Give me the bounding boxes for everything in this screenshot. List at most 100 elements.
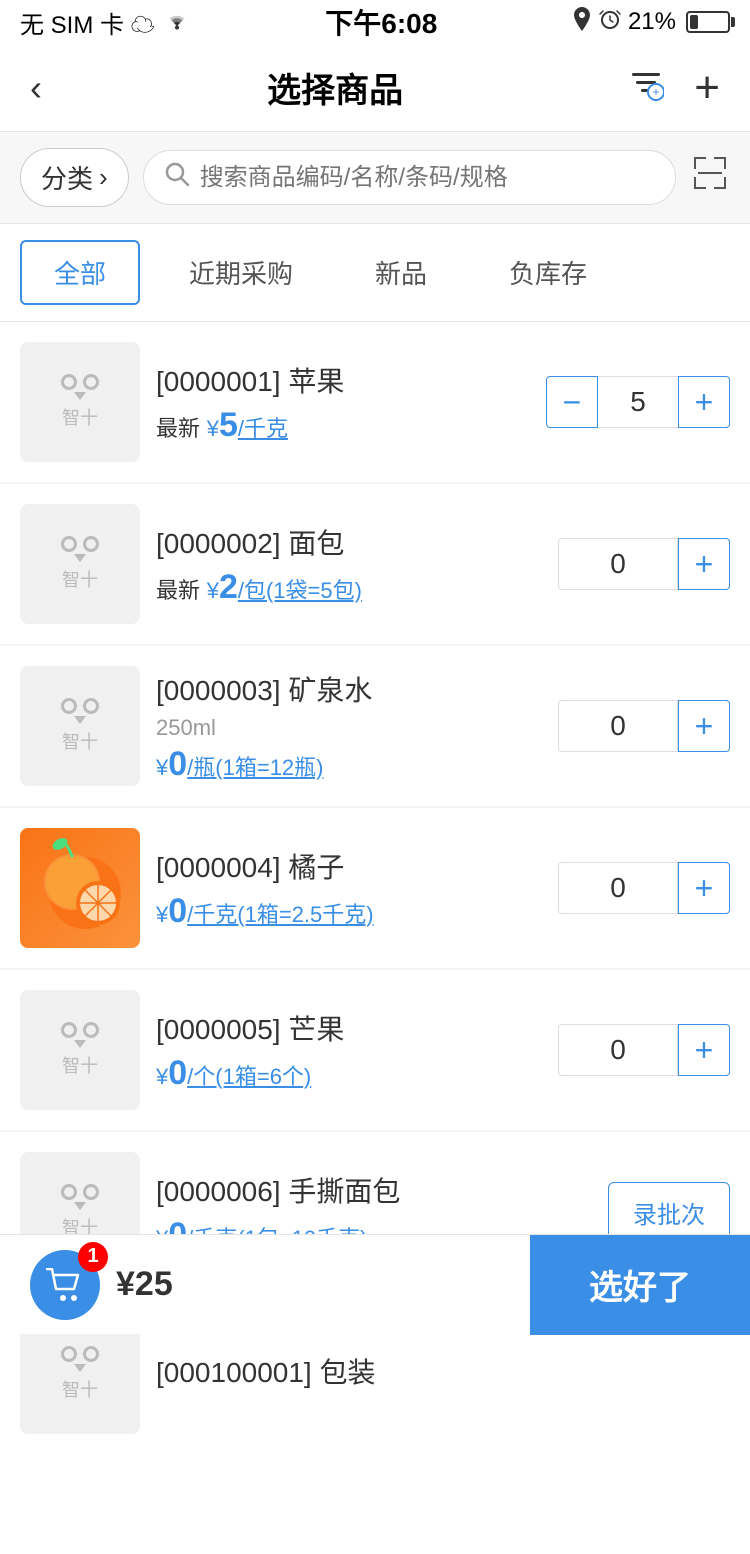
product-controls-0000005: + (558, 1024, 730, 1076)
cart-total: ¥25 (116, 1265, 173, 1304)
product-item-0000004: [0000004] 橘子 ¥0/千克(1箱=2.5千克) + (0, 808, 750, 968)
battery-icon (686, 11, 730, 33)
status-right: 21% (572, 7, 730, 38)
price-value-3: 0 (168, 745, 187, 783)
product-thumb-0000002: 智十 (20, 504, 140, 624)
filter-bar: 分类 › (0, 132, 750, 224)
product-controls-0000004: + (558, 862, 730, 914)
product-info-000100001: [000100001] 包装 (156, 1351, 730, 1397)
no-sim-text: 无 SIM 卡 ☁ (20, 5, 155, 40)
product-info-0000002: [0000002] 面包 最新 ¥2/包(1袋=5包) (156, 522, 542, 607)
nav-bar: ‹ 选择商品 + + (0, 44, 750, 132)
category-chevron: › (99, 162, 108, 193)
price-value-5: 0 (168, 1054, 187, 1092)
price-yuan-4: ¥ (156, 902, 168, 927)
owl-brand-text: 智十 (62, 404, 98, 430)
scan-icon[interactable] (690, 153, 730, 202)
qty-input-0000004[interactable] (558, 862, 678, 914)
owl-logo-6: 智十 (61, 1184, 99, 1240)
tab-bar: 全部 近期采购 新品 负库存 (0, 224, 750, 322)
product-name-0000001: [0000001] 苹果 (156, 360, 530, 400)
bottom-bar: 1 ¥25 选好了 (0, 1234, 750, 1334)
filter-icon[interactable]: + (628, 65, 664, 111)
add-icon[interactable]: + (694, 63, 720, 113)
category-label: 分类 (41, 159, 93, 196)
cart-button[interactable]: 1 (30, 1250, 100, 1320)
product-thumb-0000005: 智十 (20, 990, 140, 1110)
product-item-0000002: 智十 [0000002] 面包 最新 ¥2/包(1袋=5包) + (0, 484, 750, 644)
tab-new[interactable]: 新品 (342, 241, 460, 304)
qty-input-0000005[interactable] (558, 1024, 678, 1076)
product-info-0000005: [0000005] 芒果 ¥0/个(1箱=6个) (156, 1008, 542, 1093)
cart-badge: 1 (78, 1242, 108, 1272)
product-controls-0000003: + (558, 700, 730, 752)
increase-button-0000004[interactable]: + (678, 862, 730, 914)
wifi-icon (163, 8, 191, 37)
price-label-2: 最新 (156, 578, 200, 603)
tab-negative[interactable]: 负库存 (476, 241, 620, 304)
product-spec-0000003: 250ml (156, 715, 542, 741)
battery-fill (690, 15, 698, 29)
product-controls-0000002: + (558, 538, 730, 590)
tab-all[interactable]: 全部 (20, 240, 140, 305)
product-price-0000005: ¥0/个(1箱=6个) (156, 1054, 542, 1093)
product-info-0000004: [0000004] 橘子 ¥0/千克(1箱=2.5千克) (156, 846, 542, 931)
status-bar: 无 SIM 卡 ☁ 下午6:08 21% (0, 0, 750, 44)
price-yuan: ¥ (207, 416, 219, 441)
qty-input-0000002[interactable] (558, 538, 678, 590)
qty-input-0000001[interactable] (598, 376, 678, 428)
owl-logo-5: 智十 (61, 1022, 99, 1078)
price-value: 5 (219, 406, 238, 444)
tab-negative-label: 负库存 (509, 259, 587, 289)
increase-button-0000002[interactable]: + (678, 538, 730, 590)
search-box (143, 150, 676, 205)
svg-text:+: + (653, 85, 660, 99)
price-value-4: 0 (168, 892, 187, 930)
product-name-0000005: [0000005] 芒果 (156, 1008, 542, 1048)
nav-right-actions: + + (628, 63, 720, 113)
search-icon (164, 161, 190, 194)
product-name-0000006: [0000006] 手撕面包 (156, 1170, 592, 1210)
tab-recent-label: 近期采购 (189, 259, 293, 289)
product-name-0000002: [0000002] 面包 (156, 522, 542, 562)
battery-percentage: 21% (628, 8, 676, 36)
owl-eye-right (83, 374, 99, 390)
search-input[interactable] (200, 164, 655, 192)
increase-button-0000001[interactable]: + (678, 376, 730, 428)
price-value-2: 2 (219, 568, 238, 606)
product-item-0000005: 智十 [0000005] 芒果 ¥0/个(1箱=6个) + (0, 970, 750, 1130)
product-controls-0000001: − + (546, 376, 730, 428)
owl-logo-3: 智十 (61, 698, 99, 754)
qty-input-0000003[interactable] (558, 700, 678, 752)
back-button[interactable]: ‹ (30, 67, 42, 109)
price-label: 最新 (156, 416, 200, 441)
alarm-icon (598, 7, 622, 38)
cart-area: 1 ¥25 (0, 1250, 530, 1320)
price-unit-5: /个(1箱=6个) (187, 1064, 311, 1089)
product-info-0000003: [0000003] 矿泉水 250ml ¥0/瓶(1箱=12瓶) (156, 669, 542, 784)
price-yuan-2: ¥ (207, 578, 219, 603)
page-title: 选择商品 (267, 63, 403, 112)
increase-button-0000005[interactable]: + (678, 1024, 730, 1076)
tab-all-label: 全部 (54, 259, 106, 289)
product-name-0000003: [0000003] 矿泉水 (156, 669, 542, 709)
price-yuan-3: ¥ (156, 755, 168, 780)
confirm-button[interactable]: 选好了 (530, 1235, 750, 1335)
price-yuan-5: ¥ (156, 1064, 168, 1089)
location-icon (572, 7, 592, 38)
product-price-0000001: 最新 ¥5/千克 (156, 406, 530, 445)
tab-new-label: 新品 (375, 259, 427, 289)
tab-recent[interactable]: 近期采购 (156, 241, 326, 304)
product-item-0000001: 智十 [0000001] 苹果 最新 ¥5/千克 − + (0, 322, 750, 482)
category-button[interactable]: 分类 › (20, 148, 129, 207)
product-info-0000001: [0000001] 苹果 最新 ¥5/千克 (156, 360, 530, 445)
status-left: 无 SIM 卡 ☁ (20, 5, 191, 40)
product-thumb-0000004 (20, 828, 140, 948)
product-price-0000002: 最新 ¥2/包(1袋=5包) (156, 568, 542, 607)
product-price-0000004: ¥0/千克(1箱=2.5千克) (156, 892, 542, 931)
increase-button-0000003[interactable]: + (678, 700, 730, 752)
time-display: 下午6:08 (325, 2, 437, 42)
product-price-0000003: ¥0/瓶(1箱=12瓶) (156, 745, 542, 784)
decrease-button-0000001[interactable]: − (546, 376, 598, 428)
price-unit-4: /千克(1箱=2.5千克) (187, 902, 373, 927)
